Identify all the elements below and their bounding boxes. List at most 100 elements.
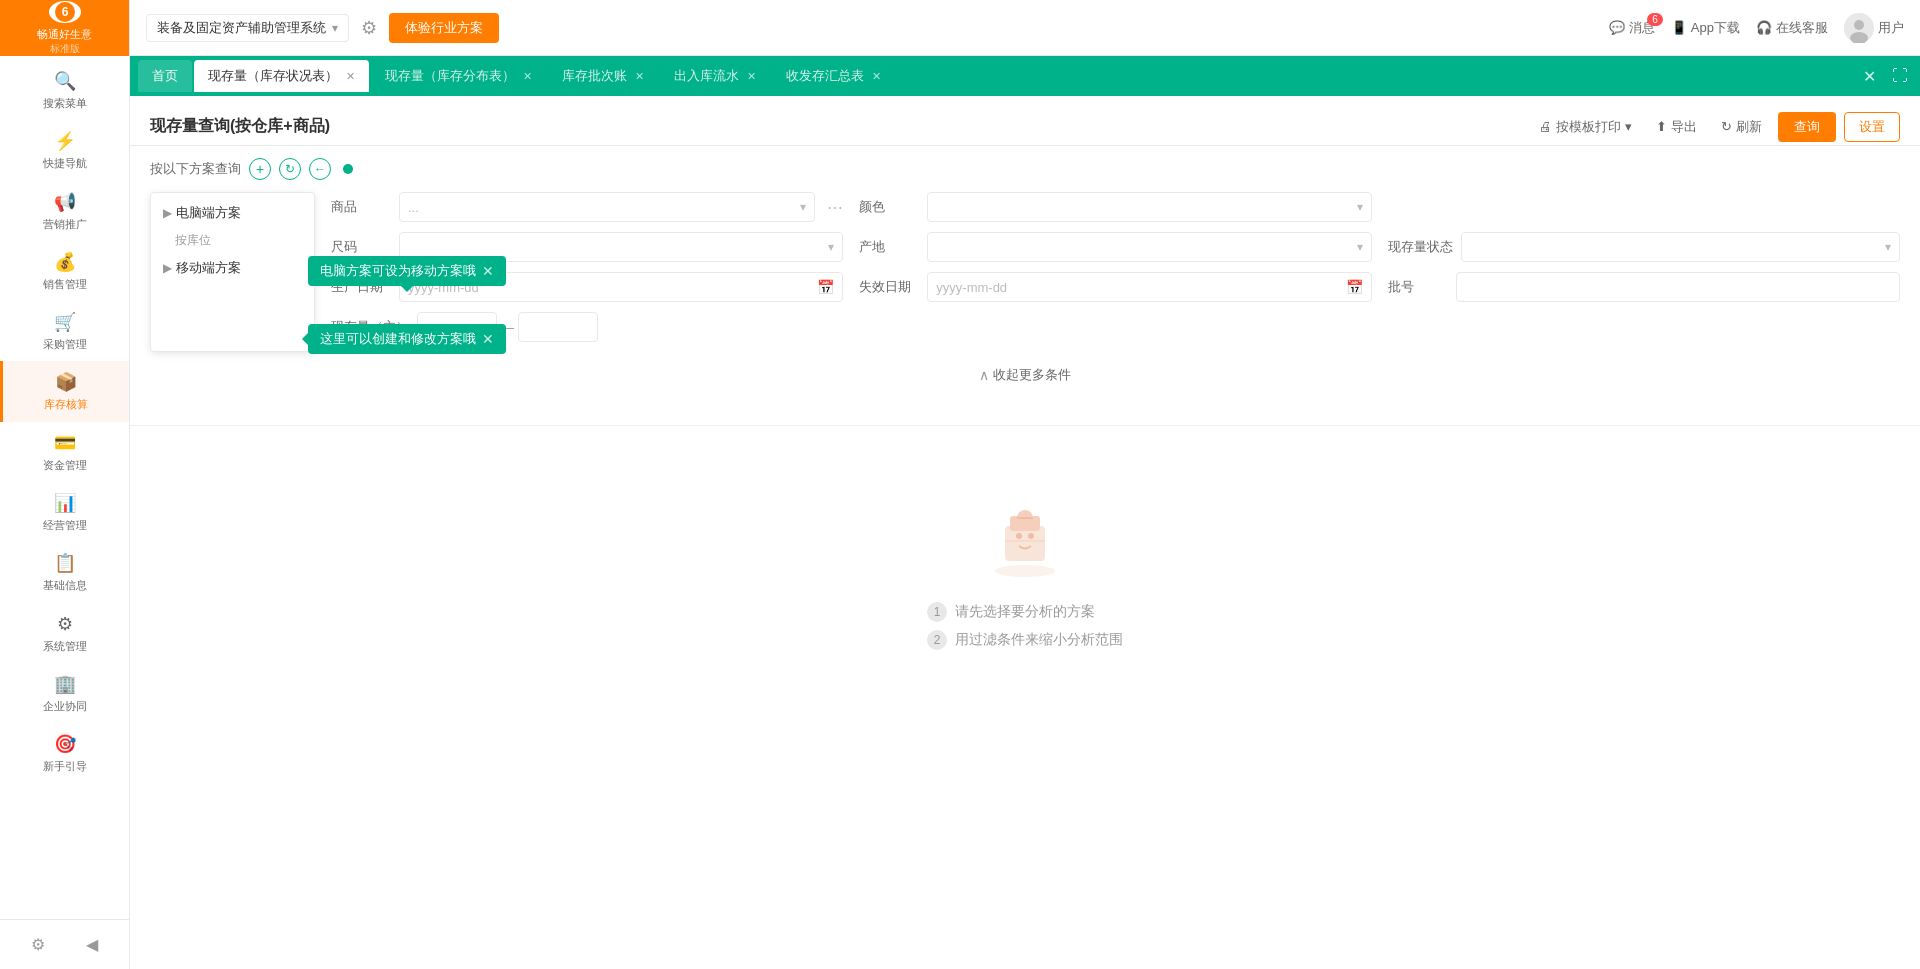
- trial-btn[interactable]: 体验行业方案: [389, 13, 499, 43]
- sidebar-label-sales: 销售管理: [43, 277, 87, 291]
- stock-main-max-input[interactable]: [518, 312, 598, 342]
- schema-tree-pc-label: 电脑端方案: [176, 204, 241, 222]
- sidebar: 6 畅通好生意 标准版 🔍 搜索菜单 ⚡ 快捷导航 📢 营销推广 💰 销售管理 …: [0, 0, 130, 969]
- filter-header: 按以下方案查询 + ↻ ←: [150, 158, 1900, 180]
- stock-status-select[interactable]: ▾: [1461, 232, 1900, 262]
- scheme-dot-indicator: [343, 164, 353, 174]
- sidebar-item-operations[interactable]: 📊 经营管理: [0, 482, 129, 542]
- support-btn[interactable]: 🎧 在线客服: [1756, 19, 1828, 37]
- sidebar-item-purchase[interactable]: 🛒 采购管理: [0, 301, 129, 361]
- refresh-scheme-btn[interactable]: ↻: [279, 158, 301, 180]
- print-label: 按模板打印: [1556, 118, 1621, 136]
- sidebar-label-inventory: 库存核算: [44, 397, 88, 411]
- tab-batch-account[interactable]: 库存批次账 ✕: [548, 60, 658, 92]
- tab-close-all-icon[interactable]: ✕: [1859, 63, 1880, 90]
- sidebar-label-search-menu: 搜索菜单: [43, 96, 87, 110]
- tooltip-pc-close-btn[interactable]: ✕: [482, 263, 494, 279]
- collapse-sidebar-icon[interactable]: ◀: [86, 935, 98, 954]
- tree-arrow-mobile: ▶: [163, 261, 172, 275]
- sidebar-item-basic-info[interactable]: 📋 基础信息: [0, 542, 129, 602]
- tab-close-collect-send[interactable]: ✕: [872, 70, 881, 83]
- tab-inventory-dist[interactable]: 现存量（库存分布表） ✕: [371, 60, 546, 92]
- system-icon: ⚙: [57, 613, 73, 635]
- search-btn[interactable]: 查询: [1778, 112, 1836, 142]
- notification-btn[interactable]: 💬 消息 6: [1609, 19, 1655, 37]
- tab-in-out-flow-label: 出入库流水: [674, 67, 739, 85]
- origin-select[interactable]: ▾: [927, 232, 1371, 262]
- back-scheme-btn[interactable]: ←: [309, 158, 331, 180]
- sidebar-label-system: 系统管理: [43, 639, 87, 653]
- user-menu[interactable]: 用户: [1844, 13, 1904, 43]
- sidebar-item-quick-nav[interactable]: ⚡ 快捷导航: [0, 120, 129, 180]
- tooltip-create-text: 这里可以创建和修改方案哦: [320, 330, 476, 348]
- goods-more-icon[interactable]: ⋯: [827, 198, 843, 217]
- sidebar-label-quick-nav: 快捷导航: [43, 156, 87, 170]
- tabbar: 首页 现存量（库存状况表） ✕ 现存量（库存分布表） ✕ 库存批次账 ✕ 出入库…: [130, 56, 1920, 96]
- schema-tree: ▶ 电脑端方案 按库位 ▶ 移动端方案: [150, 192, 315, 352]
- schema-tree-item-1[interactable]: 按库位: [151, 227, 314, 254]
- settings-bottom-icon[interactable]: ⚙: [31, 935, 45, 954]
- step-num-1: 1: [927, 602, 947, 622]
- step-2-text: 用过滤条件来缩小分析范围: [955, 631, 1123, 649]
- filter-row-1: 商品 ... ▾ ⋯ 颜色 ▾: [331, 192, 1900, 222]
- tab-close-in-out-flow[interactable]: ✕: [747, 70, 756, 83]
- color-select[interactable]: ▾: [927, 192, 1371, 222]
- tab-collect-send[interactable]: 收发存汇总表 ✕: [772, 60, 895, 92]
- content-area: 现存量查询(按仓库+商品) 🖨 按模板打印 ▾ ⬆ 导出 ↻ 刷新 查询 设置: [130, 96, 1920, 969]
- sidebar-item-finance[interactable]: 💳 资金管理: [0, 422, 129, 482]
- settings-btn[interactable]: 设置: [1844, 112, 1900, 142]
- schema-tree-mobile[interactable]: ▶ 移动端方案: [151, 254, 314, 282]
- sidebar-item-enterprise[interactable]: 🏢 企业协同: [0, 663, 129, 723]
- tab-close-inventory-dist[interactable]: ✕: [523, 70, 532, 83]
- schema-tree-pc[interactable]: ▶ 电脑端方案: [151, 199, 314, 227]
- tab-inventory-status-label: 现存量（库存状况表）: [208, 67, 338, 85]
- sidebar-item-marketing[interactable]: 📢 营销推广: [0, 181, 129, 241]
- goods-arrow-icon: ▾: [800, 200, 806, 214]
- tab-close-inventory-status[interactable]: ✕: [346, 70, 355, 83]
- collapse-more-btn[interactable]: ∧ 收起更多条件: [150, 360, 1900, 390]
- logo: 6 畅通好生意 标准版: [0, 0, 129, 56]
- color-arrow-icon: ▾: [1357, 200, 1363, 214]
- step-num-2: 2: [927, 630, 947, 650]
- app-selector[interactable]: 装备及固定资产辅助管理系统 ▾: [146, 14, 349, 42]
- marketing-icon: 📢: [54, 191, 76, 213]
- prod-date-cal-icon: 📅: [817, 279, 834, 295]
- print-btn[interactable]: 🖨 按模板打印 ▾: [1531, 114, 1640, 140]
- user-label: 用户: [1878, 19, 1904, 37]
- size-label: 尺码: [331, 238, 391, 256]
- tab-close-batch-account[interactable]: ✕: [635, 70, 644, 83]
- goods-select[interactable]: ... ▾: [399, 192, 815, 222]
- tab-fullscreen-icon[interactable]: ⛶: [1888, 63, 1912, 89]
- expire-date-input[interactable]: yyyy-mm-dd 📅: [927, 272, 1371, 302]
- app-download-btn[interactable]: 📱 App下载: [1671, 19, 1740, 37]
- filter-row-2: 尺码 ▾ 产地 ▾: [331, 232, 1900, 262]
- tab-in-out-flow[interactable]: 出入库流水 ✕: [660, 60, 770, 92]
- tooltip-create-close-btn[interactable]: ✕: [482, 331, 494, 347]
- batch-input[interactable]: [1456, 272, 1900, 302]
- settings-icon[interactable]: ⚙: [357, 13, 381, 43]
- empty-step-1: 1 请先选择要分析的方案: [927, 602, 1123, 622]
- logo-edition: 标准版: [50, 42, 80, 56]
- empty-steps: 1 请先选择要分析的方案 2 用过滤条件来缩小分析范围: [927, 602, 1123, 650]
- export-btn[interactable]: ⬆ 导出: [1648, 114, 1705, 140]
- refresh-label: 刷新: [1736, 118, 1762, 136]
- refresh-btn[interactable]: ↻ 刷新: [1713, 114, 1770, 140]
- sidebar-item-search-menu[interactable]: 🔍 搜索菜单: [0, 60, 129, 120]
- stock-status-arrow-icon: ▾: [1885, 240, 1891, 254]
- filter-section: 按以下方案查询 + ↻ ← ▶ 电脑端方案 按库位 ▶ 移动端方案: [130, 146, 1920, 426]
- arrow-up-icon: ∧: [979, 367, 989, 383]
- add-scheme-btn[interactable]: +: [249, 158, 271, 180]
- tab-home[interactable]: 首页: [138, 60, 192, 92]
- sidebar-item-guide[interactable]: 🎯 新手引导: [0, 723, 129, 783]
- sidebar-menu: 🔍 搜索菜单 ⚡ 快捷导航 📢 营销推广 💰 销售管理 🛒 采购管理 📦 库存核…: [0, 56, 129, 919]
- tab-inventory-status[interactable]: 现存量（库存状况表） ✕: [194, 60, 369, 92]
- color-label: 颜色: [859, 198, 919, 216]
- sidebar-item-system[interactable]: ⚙ 系统管理: [0, 603, 129, 663]
- sidebar-item-inventory[interactable]: 📦 库存核算: [0, 361, 129, 421]
- tooltip-pc-text: 电脑方案可设为移动方案哦: [320, 262, 476, 280]
- tabbar-right: ✕ ⛶: [1859, 63, 1912, 90]
- page-title: 现存量查询(按仓库+商品): [150, 116, 330, 137]
- filter-cell-expire-date: 失效日期 yyyy-mm-dd 📅: [859, 272, 1371, 302]
- inventory-icon: 📦: [55, 371, 77, 393]
- sidebar-item-sales[interactable]: 💰 销售管理: [0, 241, 129, 301]
